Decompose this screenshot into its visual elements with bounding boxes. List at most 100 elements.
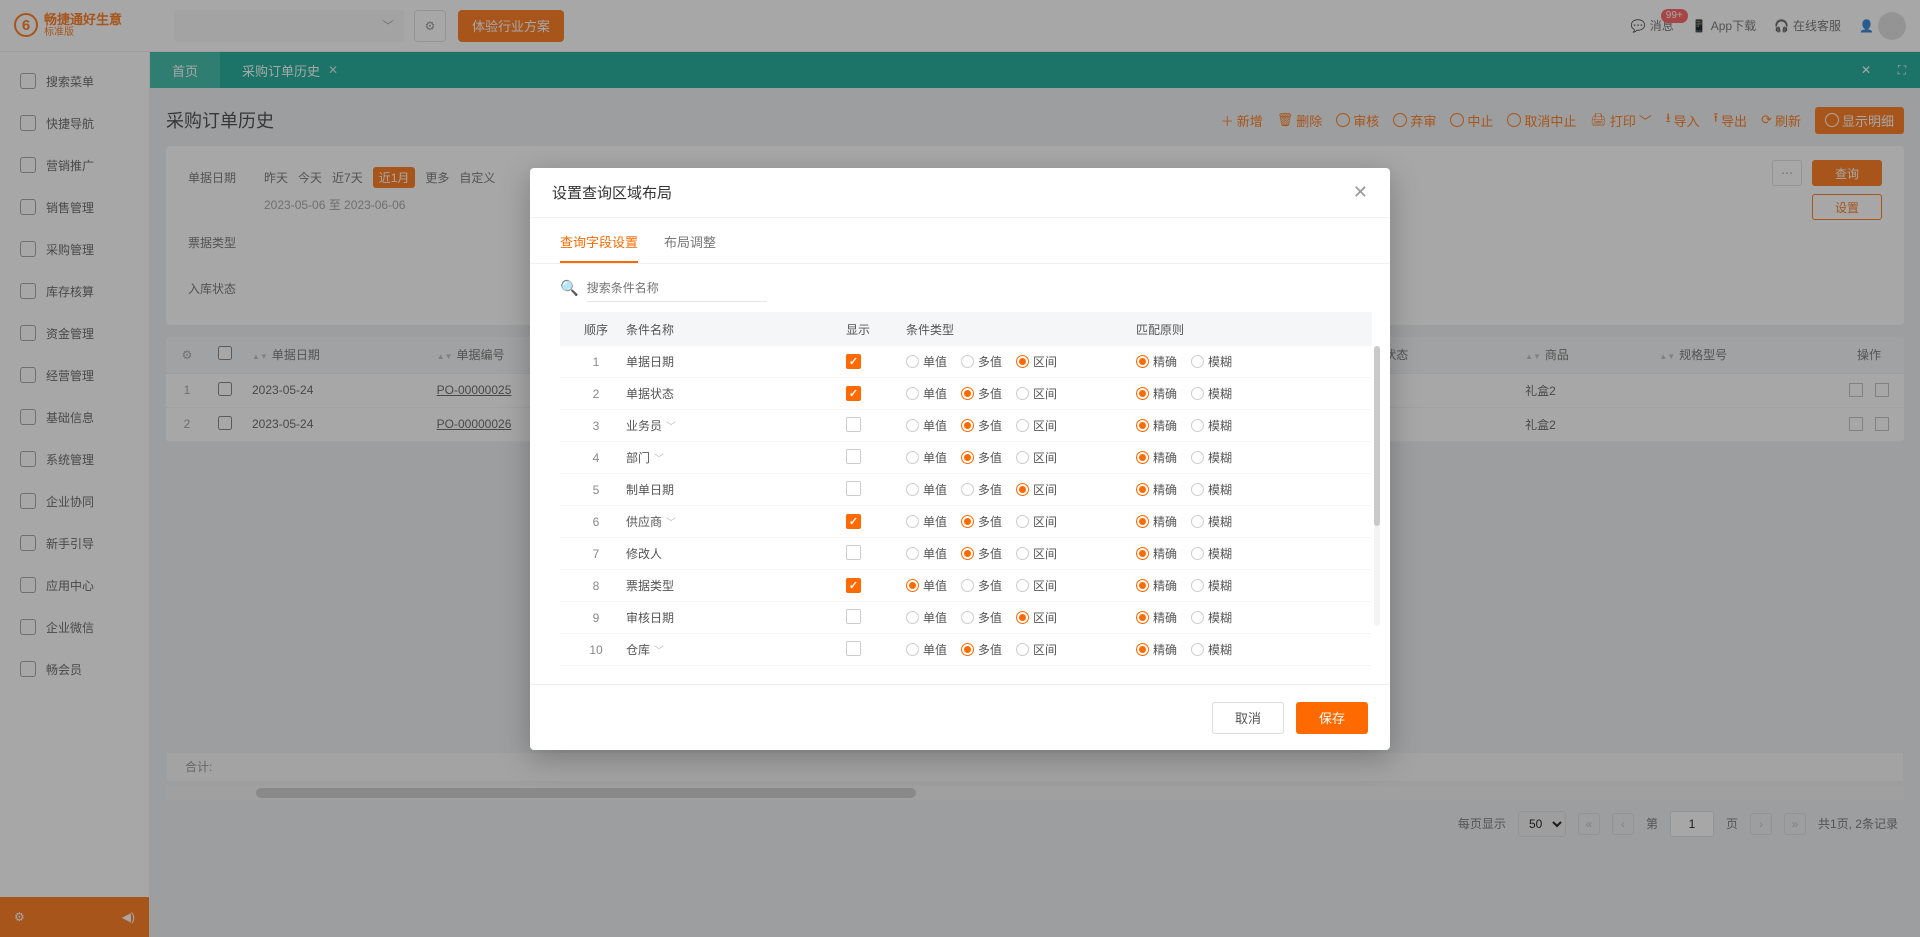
radio-ctype[interactable]: 区间 xyxy=(1016,417,1057,434)
row-match: 精确模糊 xyxy=(1136,545,1296,562)
radio-match[interactable]: 模糊 xyxy=(1191,353,1232,370)
radio-ctype[interactable]: 区间 xyxy=(1016,545,1057,562)
row-name: 单据状态 xyxy=(626,385,846,402)
modal-row: 4部门﹀单值多值区间精确模糊 xyxy=(560,442,1372,474)
row-show[interactable] xyxy=(846,578,906,593)
chevron-down-icon[interactable]: ﹀ xyxy=(666,422,676,433)
row-ctype: 单值多值区间 xyxy=(906,609,1136,626)
radio-ctype[interactable]: 多值 xyxy=(961,609,1002,626)
row-ctype: 单值多值区间 xyxy=(906,577,1136,594)
row-match: 精确模糊 xyxy=(1136,481,1296,498)
modal-cancel-button[interactable]: 取消 xyxy=(1212,702,1284,734)
radio-match[interactable]: 精确 xyxy=(1136,513,1177,530)
modal-row: 10仓库﹀单值多值区间精确模糊 xyxy=(560,634,1372,666)
modal-row: 1单据日期单值多值区间精确模糊 xyxy=(560,346,1372,378)
radio-match[interactable]: 精确 xyxy=(1136,481,1177,498)
radio-match[interactable]: 精确 xyxy=(1136,417,1177,434)
layout-settings-modal: 设置查询区域布局 ✕ 查询字段设置 布局调整 🔍 顺序 条件名称 显示 条件类型… xyxy=(530,168,1390,750)
modal-tab-fields[interactable]: 查询字段设置 xyxy=(560,232,638,263)
radio-ctype[interactable]: 单值 xyxy=(906,353,947,370)
radio-ctype[interactable]: 区间 xyxy=(1016,577,1057,594)
radio-ctype[interactable]: 区间 xyxy=(1016,641,1057,658)
checkbox-icon xyxy=(846,545,861,560)
radio-match[interactable]: 模糊 xyxy=(1191,513,1232,530)
radio-match[interactable]: 模糊 xyxy=(1191,641,1232,658)
radio-ctype[interactable]: 多值 xyxy=(961,385,1002,402)
radio-ctype[interactable]: 区间 xyxy=(1016,609,1057,626)
radio-match[interactable]: 精确 xyxy=(1136,449,1177,466)
radio-ctype[interactable]: 单值 xyxy=(906,385,947,402)
radio-ctype[interactable]: 多值 xyxy=(961,449,1002,466)
checkbox-icon xyxy=(846,354,861,369)
radio-match[interactable]: 精确 xyxy=(1136,609,1177,626)
modal-save-button[interactable]: 保存 xyxy=(1296,702,1368,734)
row-ctype: 单值多值区间 xyxy=(906,417,1136,434)
radio-ctype[interactable]: 单值 xyxy=(906,481,947,498)
row-match: 精确模糊 xyxy=(1136,641,1296,658)
row-name: 票据类型 xyxy=(626,577,846,594)
radio-ctype[interactable]: 多值 xyxy=(961,353,1002,370)
radio-match[interactable]: 模糊 xyxy=(1191,481,1232,498)
radio-ctype[interactable]: 单值 xyxy=(906,577,947,594)
radio-ctype[interactable]: 多值 xyxy=(961,641,1002,658)
modal-search-input[interactable] xyxy=(587,274,767,302)
row-ctype: 单值多值区间 xyxy=(906,481,1136,498)
row-show[interactable] xyxy=(846,609,906,627)
radio-ctype[interactable]: 区间 xyxy=(1016,513,1057,530)
radio-ctype[interactable]: 单值 xyxy=(906,641,947,658)
radio-ctype[interactable]: 多值 xyxy=(961,513,1002,530)
row-show[interactable] xyxy=(846,417,906,435)
checkbox-icon xyxy=(846,641,861,656)
modal-close-button[interactable]: ✕ xyxy=(1353,182,1368,203)
row-order: 7 xyxy=(566,547,626,561)
row-show[interactable] xyxy=(846,514,906,529)
checkbox-icon xyxy=(846,514,861,529)
radio-ctype[interactable]: 多值 xyxy=(961,577,1002,594)
row-show[interactable] xyxy=(846,641,906,659)
modal-tab-layout[interactable]: 布局调整 xyxy=(664,232,716,263)
radio-match[interactable]: 模糊 xyxy=(1191,449,1232,466)
radio-ctype[interactable]: 多值 xyxy=(961,481,1002,498)
radio-match[interactable]: 精确 xyxy=(1136,641,1177,658)
radio-ctype[interactable]: 多值 xyxy=(961,545,1002,562)
row-show[interactable] xyxy=(846,449,906,467)
row-show[interactable] xyxy=(846,354,906,369)
row-match: 精确模糊 xyxy=(1136,577,1296,594)
radio-ctype[interactable]: 多值 xyxy=(961,417,1002,434)
row-name: 供应商﹀ xyxy=(626,513,846,530)
radio-match[interactable]: 精确 xyxy=(1136,353,1177,370)
modal-vertical-scrollbar[interactable] xyxy=(1374,346,1380,626)
checkbox-icon xyxy=(846,481,861,496)
chevron-down-icon[interactable]: ﹀ xyxy=(654,646,664,657)
radio-match[interactable]: 模糊 xyxy=(1191,609,1232,626)
radio-ctype[interactable]: 区间 xyxy=(1016,481,1057,498)
radio-ctype[interactable]: 区间 xyxy=(1016,449,1057,466)
radio-match[interactable]: 模糊 xyxy=(1191,545,1232,562)
checkbox-icon xyxy=(846,417,861,432)
row-order: 5 xyxy=(566,483,626,497)
radio-ctype[interactable]: 区间 xyxy=(1016,385,1057,402)
radio-match[interactable]: 精确 xyxy=(1136,577,1177,594)
checkbox-icon xyxy=(846,609,861,624)
radio-match[interactable]: 模糊 xyxy=(1191,577,1232,594)
radio-ctype[interactable]: 区间 xyxy=(1016,353,1057,370)
modal-row: 9审核日期单值多值区间精确模糊 xyxy=(560,602,1372,634)
radio-match[interactable]: 模糊 xyxy=(1191,417,1232,434)
radio-ctype[interactable]: 单值 xyxy=(906,545,947,562)
row-show[interactable] xyxy=(846,481,906,499)
row-show[interactable] xyxy=(846,545,906,563)
radio-match[interactable]: 精确 xyxy=(1136,385,1177,402)
radio-ctype[interactable]: 单值 xyxy=(906,417,947,434)
row-order: 8 xyxy=(566,579,626,593)
radio-ctype[interactable]: 单值 xyxy=(906,609,947,626)
chevron-down-icon[interactable]: ﹀ xyxy=(654,454,664,465)
radio-match[interactable]: 模糊 xyxy=(1191,385,1232,402)
radio-ctype[interactable]: 单值 xyxy=(906,449,947,466)
row-name: 部门﹀ xyxy=(626,449,846,466)
row-ctype: 单值多值区间 xyxy=(906,449,1136,466)
row-order: 6 xyxy=(566,515,626,529)
row-show[interactable] xyxy=(846,386,906,401)
radio-match[interactable]: 精确 xyxy=(1136,545,1177,562)
radio-ctype[interactable]: 单值 xyxy=(906,513,947,530)
chevron-down-icon[interactable]: ﹀ xyxy=(666,518,676,529)
